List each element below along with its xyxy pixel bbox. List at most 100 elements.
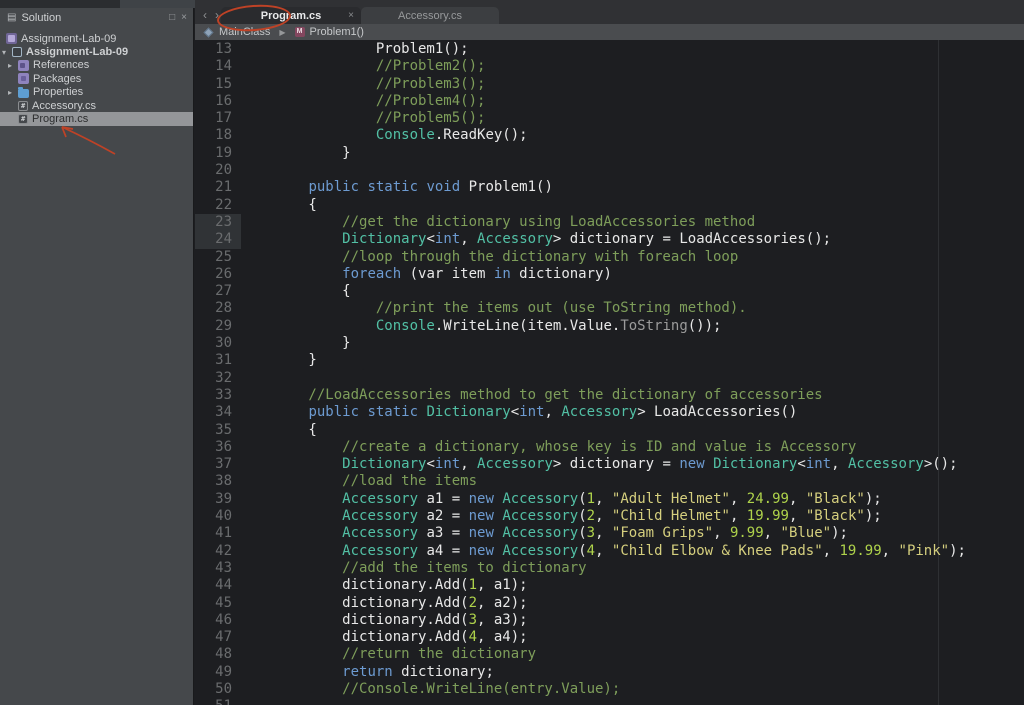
code-line[interactable]: 15 //Problem3(); xyxy=(195,76,1024,93)
code-line[interactable]: 50 //Console.WriteLine(entry.Value); xyxy=(195,681,1024,698)
line-number[interactable]: 30 xyxy=(195,335,241,352)
code-line[interactable]: 17 //Problem5(); xyxy=(195,110,1024,127)
code-line[interactable]: 40 Accessory a2 = new Accessory(2, "Chil… xyxy=(195,508,1024,525)
code-line[interactable]: 35 { xyxy=(195,422,1024,439)
line-number[interactable]: 28 xyxy=(195,300,241,317)
line-number[interactable]: 24 xyxy=(195,231,241,249)
code-line[interactable]: 27 { xyxy=(195,283,1024,300)
code-line[interactable]: 48 //return the dictionary xyxy=(195,646,1024,663)
panel-dock-button[interactable]: □ xyxy=(169,12,175,23)
line-number[interactable]: 42 xyxy=(195,543,241,560)
line-number[interactable]: 37 xyxy=(195,456,241,473)
code-line[interactable]: 21 public static void Problem1() xyxy=(195,179,1024,196)
line-number[interactable]: 31 xyxy=(195,352,241,369)
code-line[interactable]: 45 dictionary.Add(2, a2); xyxy=(195,595,1024,612)
line-number[interactable]: 34 xyxy=(195,404,241,421)
code-line[interactable]: 46 dictionary.Add(3, a3); xyxy=(195,612,1024,629)
line-number[interactable]: 14 xyxy=(195,58,241,75)
tree-item-assignment-lab-09[interactable]: ▾ Assignment-Lab-09 xyxy=(0,45,193,58)
code-line[interactable]: 41 Accessory a3 = new Accessory(3, "Foam… xyxy=(195,525,1024,542)
line-number[interactable]: 43 xyxy=(195,560,241,577)
code-line[interactable]: 14 //Problem2(); xyxy=(195,58,1024,75)
code-line[interactable]: 13 Problem1(); xyxy=(195,41,1024,58)
tree-item-assignment-lab-09[interactable]: Assignment-Lab-09 xyxy=(0,32,193,45)
code-line[interactable]: 36 //create a dictionary, whose key is I… xyxy=(195,439,1024,456)
breadcrumb-class[interactable]: MainClass xyxy=(219,26,270,38)
code-editor[interactable]: 13 Problem1(); 14 //Problem2(); 15 //Probl… xyxy=(195,40,1024,705)
tab-program-cs[interactable]: Program.cs × xyxy=(221,7,361,24)
panel-close-button[interactable]: × xyxy=(181,12,187,23)
method-icon: M xyxy=(294,27,305,37)
line-number[interactable]: 15 xyxy=(195,76,241,93)
code-line[interactable]: 22 { xyxy=(195,197,1024,214)
code-line[interactable]: 37 Dictionary<int, Accessory> dictionary… xyxy=(195,456,1024,473)
line-number[interactable]: 35 xyxy=(195,422,241,439)
line-number[interactable]: 19 xyxy=(195,145,241,162)
line-number[interactable]: 21 xyxy=(195,179,241,196)
line-number[interactable]: 47 xyxy=(195,629,241,646)
line-number[interactable]: 25 xyxy=(195,249,241,266)
nav-back-button[interactable]: ‹ xyxy=(199,8,211,22)
code-line[interactable]: 42 Accessory a4 = new Accessory(4, "Chil… xyxy=(195,543,1024,560)
code-line[interactable]: 23 //get the dictionary using LoadAccess… xyxy=(195,213,1024,232)
line-number[interactable]: 16 xyxy=(195,93,241,110)
line-number[interactable]: 41 xyxy=(195,525,241,542)
tree-item-label: Packages xyxy=(33,72,82,85)
code-line[interactable]: 16 //Problem4(); xyxy=(195,93,1024,110)
code-line[interactable]: 44 dictionary.Add(1, a1); xyxy=(195,577,1024,594)
code-line[interactable]: 25 //loop through the dictionary with fo… xyxy=(195,249,1024,266)
tree-item-properties[interactable]: ▸ Properties xyxy=(0,86,193,99)
line-number[interactable]: 40 xyxy=(195,508,241,525)
code-line[interactable]: 31 } xyxy=(195,352,1024,369)
line-number[interactable]: 18 xyxy=(195,127,241,144)
line-number[interactable]: 20 xyxy=(195,162,241,179)
line-number[interactable]: 17 xyxy=(195,110,241,127)
line-number[interactable]: 44 xyxy=(195,577,241,594)
code-line[interactable]: 28 //print the items out (use ToString m… xyxy=(195,300,1024,317)
tree-item-packages[interactable]: Packages xyxy=(0,72,193,85)
line-number[interactable]: 29 xyxy=(195,318,241,335)
tab-close-icon[interactable]: × xyxy=(348,10,354,21)
expander-right-icon[interactable]: ▸ xyxy=(8,86,18,99)
code-line[interactable]: 51 xyxy=(195,698,1024,705)
line-number[interactable]: 48 xyxy=(195,646,241,663)
line-number[interactable]: 27 xyxy=(195,283,241,300)
code-line[interactable]: 24 Dictionary<int, Accessory> dictionary… xyxy=(195,231,1024,249)
code-line[interactable]: 43 //add the items to dictionary xyxy=(195,560,1024,577)
expander-right-icon[interactable]: ▸ xyxy=(8,59,18,72)
code-line[interactable]: 18 Console.ReadKey(); xyxy=(195,127,1024,144)
code-line[interactable]: 47 dictionary.Add(4, a4); xyxy=(195,629,1024,646)
line-number[interactable]: 50 xyxy=(195,681,241,698)
code-line[interactable]: 20 xyxy=(195,162,1024,179)
line-number[interactable]: 38 xyxy=(195,473,241,490)
line-number[interactable]: 23 xyxy=(195,213,241,232)
code-line[interactable]: 49 return dictionary; xyxy=(195,664,1024,681)
line-number[interactable]: 39 xyxy=(195,491,241,508)
line-number[interactable]: 49 xyxy=(195,664,241,681)
tree-item-program-cs[interactable]: Program.cs xyxy=(0,112,193,126)
line-number[interactable]: 13 xyxy=(195,41,241,58)
tree-item-references[interactable]: ▸ References xyxy=(0,59,193,72)
tree-item-accessory-cs[interactable]: Accessory.cs xyxy=(0,99,193,112)
line-number[interactable]: 26 xyxy=(195,266,241,283)
breadcrumb-method[interactable]: Problem1() xyxy=(310,26,364,38)
code-line[interactable]: 26 foreach (var item in dictionary) xyxy=(195,266,1024,283)
code-line[interactable]: 30 } xyxy=(195,335,1024,352)
line-number[interactable]: 32 xyxy=(195,370,241,387)
code-line[interactable]: 33 //LoadAccessories method to get the d… xyxy=(195,387,1024,404)
line-number[interactable]: 33 xyxy=(195,387,241,404)
code-line[interactable]: 32 xyxy=(195,370,1024,387)
line-number[interactable]: 51 xyxy=(195,698,241,705)
line-number[interactable]: 45 xyxy=(195,595,241,612)
line-number[interactable]: 22 xyxy=(195,197,241,214)
code-line[interactable]: 39 Accessory a1 = new Accessory(1, "Adul… xyxy=(195,491,1024,508)
tab-accessory-cs[interactable]: Accessory.cs xyxy=(361,7,499,24)
code-line[interactable]: 34 public static Dictionary<int, Accesso… xyxy=(195,404,1024,421)
line-number[interactable]: 46 xyxy=(195,612,241,629)
line-number[interactable]: 36 xyxy=(195,439,241,456)
expander-down-icon[interactable]: ▾ xyxy=(2,46,12,59)
code-line[interactable]: 29 Console.WriteLine(item.Value.ToString… xyxy=(195,318,1024,335)
code-text: } xyxy=(241,144,351,161)
code-line[interactable]: 38 //load the items xyxy=(195,473,1024,490)
code-line[interactable]: 19 } xyxy=(195,145,1024,162)
